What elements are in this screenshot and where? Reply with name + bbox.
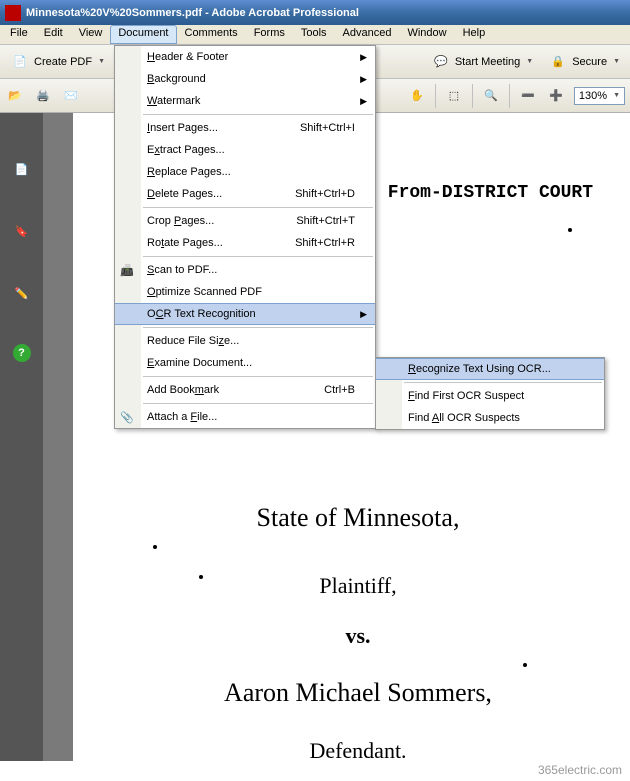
menu-item-replace-pages[interactable]: Replace Pages... [115, 161, 375, 183]
menubar: FileEditViewDocumentCommentsFormsToolsAd… [0, 25, 630, 45]
menu-forms[interactable]: Forms [246, 25, 293, 44]
zoom-level-input[interactable]: 130% ▼ [574, 87, 625, 105]
meeting-icon: 💬 [431, 52, 451, 72]
page-text: State of Minnesota, [73, 503, 630, 533]
submenu-arrow-icon: ▶ [360, 74, 367, 85]
create-pdf-button[interactable]: 📄 Create PDF ▼ [5, 49, 110, 75]
document-menu-dropdown: Header & Footer▶Background▶Watermark▶ Ins… [114, 45, 376, 429]
page-text: Defendant. [73, 738, 630, 761]
menu-item-extract-pages[interactable]: Extract Pages... [115, 139, 375, 161]
menu-item-header-footer[interactable]: Header & Footer▶ [115, 46, 375, 68]
page-text: Plaintiff, [73, 573, 630, 599]
chevron-down-icon: ▼ [613, 58, 620, 65]
menu-item-attach-a-file[interactable]: 📎Attach a File... [115, 406, 375, 428]
submenu-item-find-first-ocr-suspect[interactable]: Find First OCR Suspect [376, 385, 604, 407]
menu-item-crop-pages[interactable]: Crop Pages...Shift+Ctrl+T [115, 210, 375, 232]
print-icon[interactable]: 🖨️ [33, 86, 53, 106]
menu-item-delete-pages[interactable]: Delete Pages...Shift+Ctrl+D [115, 183, 375, 205]
menu-item-optimize-scanned-pdf[interactable]: Optimize Scanned PDF [115, 281, 375, 303]
chevron-down-icon: ▼ [613, 92, 620, 99]
navigation-panel: 📄 🔖 ✏️ ? [0, 113, 43, 761]
scanner-icon: 📠 [119, 262, 135, 278]
menu-edit[interactable]: Edit [36, 25, 71, 44]
ocr-submenu: Recognize Text Using OCR... Find First OC… [375, 357, 605, 430]
page-text: From-DISTRICT COURT [388, 183, 593, 203]
select-tool-icon[interactable]: ⬚ [444, 86, 464, 106]
window-titlebar: Minnesota%20V%20Sommers.pdf - Adobe Acro… [0, 0, 630, 25]
start-meeting-button[interactable]: 💬 Start Meeting ▼ [426, 49, 538, 75]
menu-file[interactable]: File [2, 25, 36, 44]
pages-panel-icon[interactable]: 📄 [11, 158, 33, 180]
zoom-in-icon[interactable]: ➕ [546, 86, 566, 106]
menu-item-scan-to-pdf[interactable]: 📠Scan to PDF... [115, 259, 375, 281]
menu-help[interactable]: Help [455, 25, 494, 44]
chevron-down-icon: ▼ [526, 58, 533, 65]
submenu-arrow-icon: ▶ [360, 309, 367, 320]
submenu-item-recognize-text-using-ocr[interactable]: Recognize Text Using OCR... [376, 358, 604, 380]
hand-tool-icon[interactable]: ✋ [407, 86, 427, 106]
menu-tools[interactable]: Tools [293, 25, 335, 44]
menu-document[interactable]: Document [110, 25, 176, 44]
page-text: Aaron Michael Sommers, [73, 678, 630, 708]
page-text: vs. [73, 623, 630, 649]
submenu-arrow-icon: ▶ [360, 52, 367, 63]
menu-item-watermark[interactable]: Watermark▶ [115, 90, 375, 112]
watermark: 365electric.com [538, 763, 622, 777]
menu-item-examine-document[interactable]: Examine Document... [115, 352, 375, 374]
menu-item-rotate-pages[interactable]: Rotate Pages...Shift+Ctrl+R [115, 232, 375, 254]
menu-view[interactable]: View [71, 25, 111, 44]
signatures-panel-icon[interactable]: ✏️ [11, 282, 33, 304]
menu-advanced[interactable]: Advanced [335, 25, 400, 44]
bookmarks-panel-icon[interactable]: 🔖 [11, 220, 33, 242]
chevron-down-icon: ▼ [98, 58, 105, 65]
open-folder-icon[interactable]: 📂 [5, 86, 25, 106]
menu-item-add-bookmark[interactable]: Add BookmarkCtrl+B [115, 379, 375, 401]
lock-icon: 🔒 [548, 52, 568, 72]
paperclip-icon: 📎 [119, 409, 135, 425]
help-icon[interactable]: ? [13, 344, 31, 362]
secure-button[interactable]: 🔒 Secure ▼ [543, 49, 625, 75]
app-icon [5, 5, 21, 21]
zoom-out-icon[interactable]: ➖ [518, 86, 538, 106]
menu-item-insert-pages[interactable]: Insert Pages...Shift+Ctrl+I [115, 117, 375, 139]
window-title: Minnesota%20V%20Sommers.pdf - Adobe Acro… [26, 7, 359, 19]
menu-item-reduce-file-size[interactable]: Reduce File Size... [115, 330, 375, 352]
menu-item-background[interactable]: Background▶ [115, 68, 375, 90]
menu-item-ocr-text-recognition[interactable]: OCR Text Recognition▶ [115, 303, 375, 325]
menu-window[interactable]: Window [399, 25, 454, 44]
submenu-arrow-icon: ▶ [360, 96, 367, 107]
menu-comments[interactable]: Comments [177, 25, 246, 44]
zoom-marquee-icon[interactable]: 🔍 [481, 86, 501, 106]
email-icon[interactable]: ✉️ [61, 86, 81, 106]
submenu-item-find-all-ocr-suspects[interactable]: Find All OCR Suspects [376, 407, 604, 429]
pdf-icon: 📄 [10, 52, 30, 72]
